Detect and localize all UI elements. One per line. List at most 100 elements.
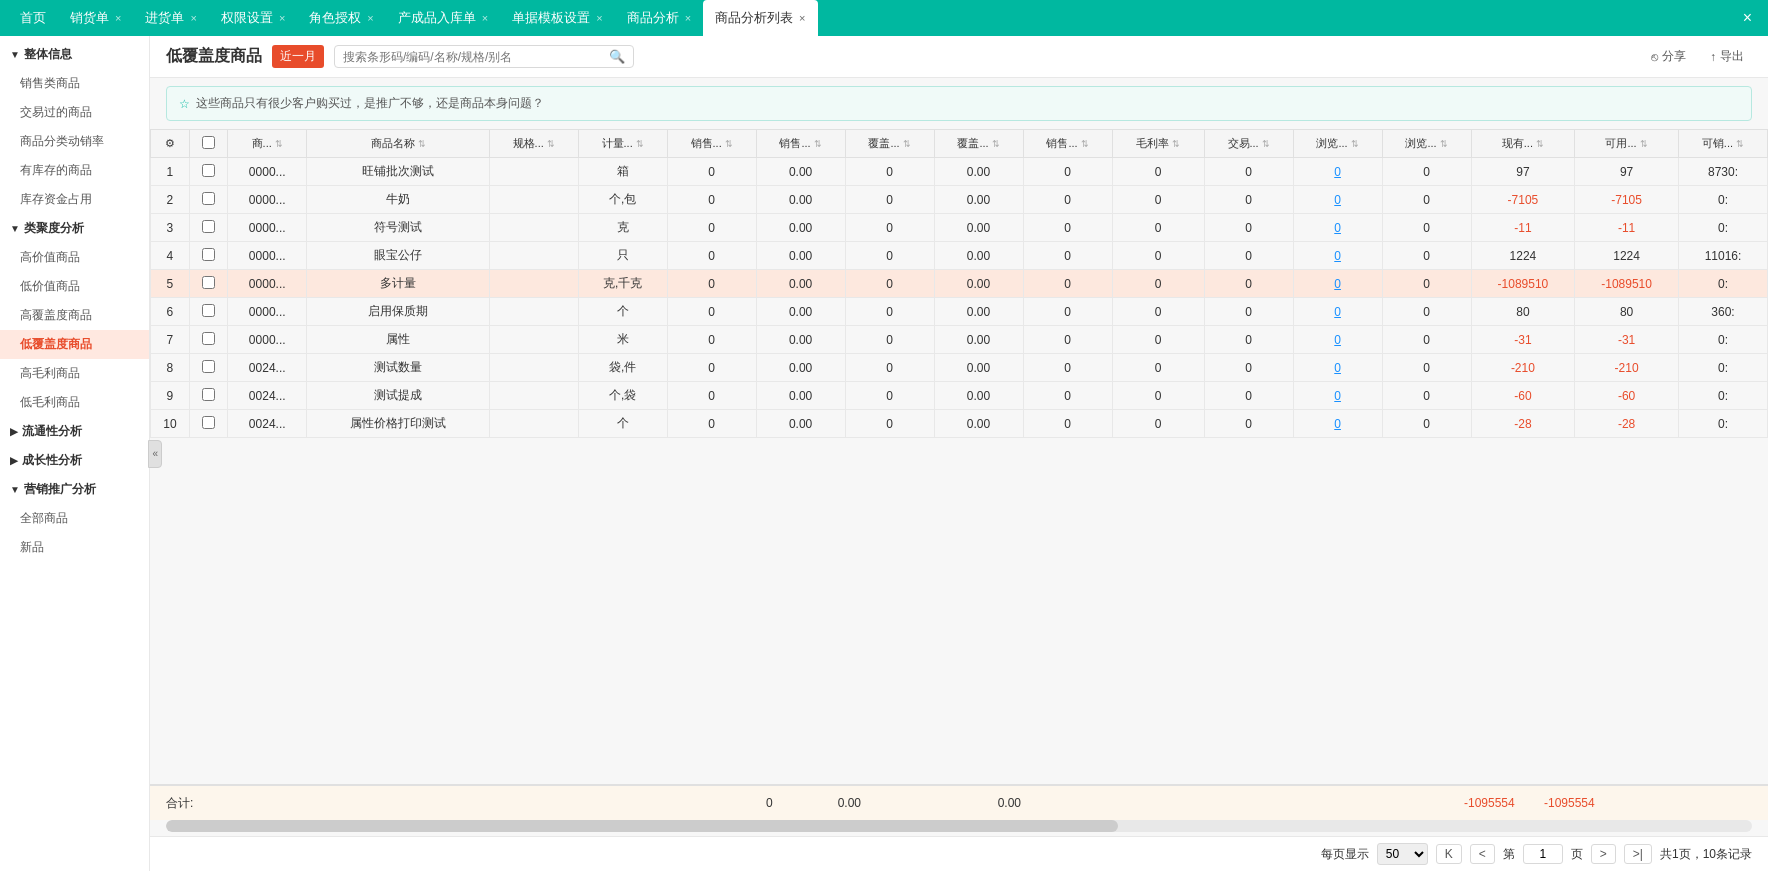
nav-item-product-analysis-list[interactable]: 商品分析列表 × xyxy=(703,0,817,36)
row-checkbox[interactable] xyxy=(202,416,215,429)
sort-sales2-icon[interactable]: ⇅ xyxy=(814,139,822,149)
cell-13-row-6[interactable]: 0 xyxy=(1293,326,1382,354)
cell-13-row-7[interactable]: 0 xyxy=(1293,354,1382,382)
nav-item-purchase[interactable]: 进货单 × xyxy=(133,0,208,36)
cell-7-row-6: 0.00 xyxy=(756,326,845,354)
row-checkbox[interactable] xyxy=(202,248,215,261)
sort-code-icon[interactable]: ⇅ xyxy=(275,139,283,149)
cell-1-row-6[interactable] xyxy=(189,326,227,354)
cell-1-row-9[interactable] xyxy=(189,410,227,438)
nav-item-role[interactable]: 角色授权 × xyxy=(297,0,385,36)
cell-1-row-7[interactable] xyxy=(189,354,227,382)
share-button[interactable]: ⎋ 分享 xyxy=(1643,44,1694,69)
cell-1-row-5[interactable] xyxy=(189,298,227,326)
sort-browse1-icon[interactable]: ⇅ xyxy=(1351,139,1359,149)
sort-gross-icon[interactable]: ⇅ xyxy=(1172,139,1180,149)
cell-1-row-8[interactable] xyxy=(189,382,227,410)
col-checkbox[interactable] xyxy=(189,130,227,158)
sort-sales1-icon[interactable]: ⇅ xyxy=(725,139,733,149)
sidebar-item-stock-goods[interactable]: 有库存的商品 xyxy=(0,156,149,185)
cell-1-row-0[interactable] xyxy=(189,158,227,186)
sort-cover2-icon[interactable]: ⇅ xyxy=(992,139,1000,149)
cell-11-row-9: 0 xyxy=(1112,410,1204,438)
sidebar-item-traded-goods[interactable]: 交易过的商品 xyxy=(0,98,149,127)
nav-item-product-entry[interactable]: 产成品入库单 × xyxy=(386,0,500,36)
nav-item-template[interactable]: 单据模板设置 × xyxy=(500,0,614,36)
horizontal-scrollbar[interactable] xyxy=(166,820,1752,832)
close-permission-icon[interactable]: × xyxy=(279,12,285,24)
sort-current-icon[interactable]: ⇅ xyxy=(1536,139,1544,149)
sidebar-item-low-value[interactable]: 低价值商品 xyxy=(0,272,149,301)
sidebar-item-high-value[interactable]: 高价值商品 xyxy=(0,243,149,272)
row-checkbox[interactable] xyxy=(202,220,215,233)
cell-1-row-2[interactable] xyxy=(189,214,227,242)
sort-name-icon[interactable]: ⇅ xyxy=(418,139,426,149)
sidebar-item-low-coverage[interactable]: 低覆盖度商品 xyxy=(0,330,149,359)
sidebar-group-growth[interactable]: ▶ 成长性分析 xyxy=(0,446,149,475)
sidebar-item-new-goods[interactable]: 新品 xyxy=(0,533,149,562)
sidebar-item-sales-goods[interactable]: 销售类商品 xyxy=(0,69,149,98)
cell-13-row-2[interactable]: 0 xyxy=(1293,214,1382,242)
sidebar-group-circulation[interactable]: ▶ 流通性分析 xyxy=(0,417,149,446)
close-role-icon[interactable]: × xyxy=(367,12,373,24)
close-sales-icon[interactable]: × xyxy=(115,12,121,24)
nav-item-permission[interactable]: 权限设置 × xyxy=(209,0,297,36)
cell-11-row-3: 0 xyxy=(1112,242,1204,270)
page-number-input[interactable] xyxy=(1523,844,1563,864)
row-checkbox[interactable] xyxy=(202,388,215,401)
next-page-btn[interactable]: > xyxy=(1591,844,1616,864)
last-page-btn[interactable]: >| xyxy=(1624,844,1652,864)
cell-13-row-3[interactable]: 0 xyxy=(1293,242,1382,270)
sidebar-collapse-btn[interactable]: « xyxy=(148,440,162,468)
sort-spec-icon[interactable]: ⇅ xyxy=(547,139,555,149)
col-settings[interactable]: ⚙ xyxy=(151,130,190,158)
period-button[interactable]: 近一月 xyxy=(272,45,324,68)
cell-1-row-4[interactable] xyxy=(189,270,227,298)
sidebar-item-all-goods[interactable]: 全部商品 xyxy=(0,504,149,533)
cell-13-row-4[interactable]: 0 xyxy=(1293,270,1382,298)
sidebar-group-overall[interactable]: ▼ 整体信息 xyxy=(0,40,149,69)
sort-trade-icon[interactable]: ⇅ xyxy=(1262,139,1270,149)
search-input[interactable] xyxy=(343,50,609,64)
app-close-btn[interactable]: × xyxy=(1735,9,1760,27)
row-checkbox[interactable] xyxy=(202,332,215,345)
select-all-checkbox[interactable] xyxy=(202,136,215,149)
cell-13-row-1[interactable]: 0 xyxy=(1293,186,1382,214)
cell-1-row-3[interactable] xyxy=(189,242,227,270)
row-checkbox[interactable] xyxy=(202,276,215,289)
close-product-analysis-icon[interactable]: × xyxy=(685,12,691,24)
sidebar-item-stock-capital[interactable]: 库存资金占用 xyxy=(0,185,149,214)
nav-item-product-analysis[interactable]: 商品分析 × xyxy=(615,0,703,36)
row-checkbox[interactable] xyxy=(202,164,215,177)
close-template-icon[interactable]: × xyxy=(596,12,602,24)
sort-unit-icon[interactable]: ⇅ xyxy=(636,139,644,149)
sidebar-item-high-coverage[interactable]: 高覆盖度商品 xyxy=(0,301,149,330)
sort-saleable-icon[interactable]: ⇅ xyxy=(1736,139,1744,149)
close-list-icon[interactable]: × xyxy=(799,12,805,24)
sort-sales3-icon[interactable]: ⇅ xyxy=(1081,139,1089,149)
export-button[interactable]: ↑ 导出 xyxy=(1702,44,1752,69)
sort-browse2-icon[interactable]: ⇅ xyxy=(1440,139,1448,149)
close-purchase-icon[interactable]: × xyxy=(190,12,196,24)
row-checkbox[interactable] xyxy=(202,192,215,205)
page-size-select[interactable]: 50 100 200 xyxy=(1377,843,1428,865)
cell-13-row-9[interactable]: 0 xyxy=(1293,410,1382,438)
cell-13-row-0[interactable]: 0 xyxy=(1293,158,1382,186)
prev-page-btn[interactable]: < xyxy=(1470,844,1495,864)
close-product-entry-icon[interactable]: × xyxy=(482,12,488,24)
first-page-btn[interactable]: K xyxy=(1436,844,1462,864)
sort-cover1-icon[interactable]: ⇅ xyxy=(903,139,911,149)
cell-1-row-1[interactable] xyxy=(189,186,227,214)
cell-13-row-8[interactable]: 0 xyxy=(1293,382,1382,410)
nav-item-sales[interactable]: 销货单 × xyxy=(58,0,133,36)
sidebar-item-high-profit[interactable]: 高毛利商品 xyxy=(0,359,149,388)
row-checkbox[interactable] xyxy=(202,360,215,373)
row-checkbox[interactable] xyxy=(202,304,215,317)
sidebar-item-category-rate[interactable]: 商品分类动销率 xyxy=(0,127,149,156)
sidebar-item-low-profit[interactable]: 低毛利商品 xyxy=(0,388,149,417)
nav-item-home[interactable]: 首页 xyxy=(8,0,58,36)
sidebar-group-marketing[interactable]: ▼ 营销推广分析 xyxy=(0,475,149,504)
sidebar-group-cluster[interactable]: ▼ 类聚度分析 xyxy=(0,214,149,243)
cell-13-row-5[interactable]: 0 xyxy=(1293,298,1382,326)
sort-available-icon[interactable]: ⇅ xyxy=(1640,139,1648,149)
